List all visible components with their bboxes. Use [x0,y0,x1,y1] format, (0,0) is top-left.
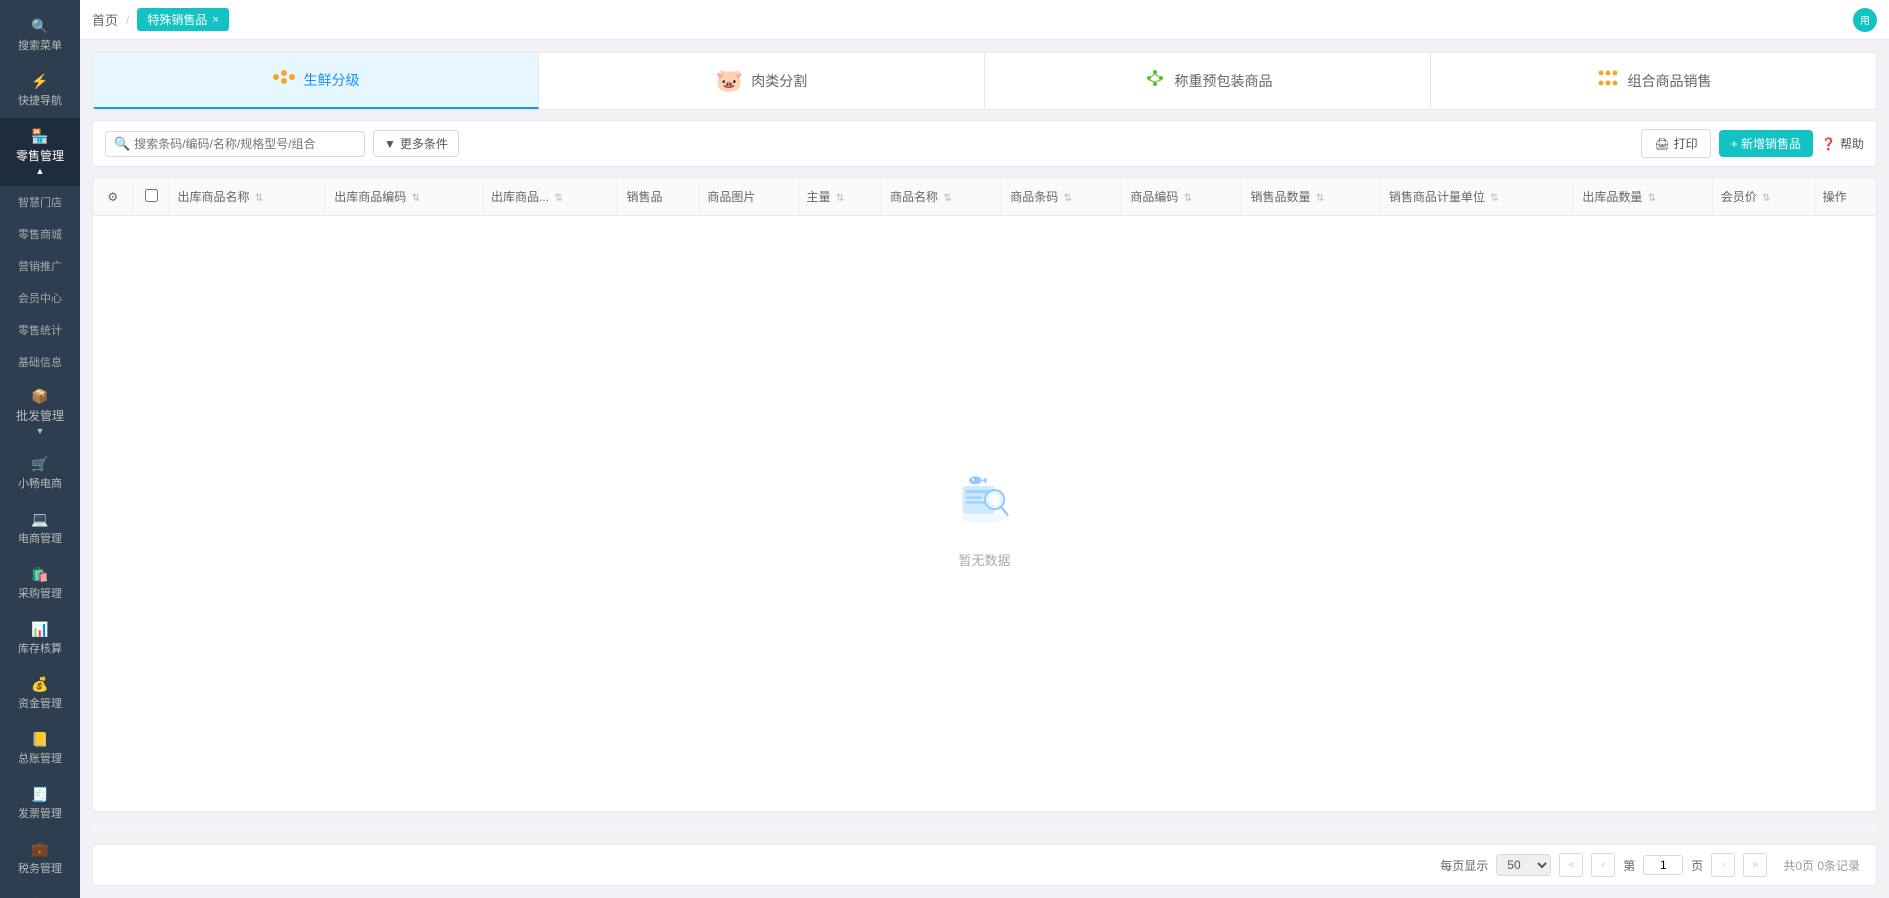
sort-member-price-icon: ⇅ [1762,193,1770,204]
topbar-active-tab[interactable]: 特殊销售品 × [137,8,228,31]
topbar-tab-close[interactable]: × [212,14,218,26]
sort-out-spec-icon: ⇅ [554,193,562,204]
sidebar-item-purchase[interactable]: 🛍️ 采购管理 [0,556,80,611]
table: ⚙ 出库商品名称 ⇅ 出库商品编码 ⇅ 出库商品... ⇅ [93,178,1876,216]
col-ops: 操作 [1814,178,1876,216]
col-setting[interactable]: ⚙ [93,178,133,216]
sort-item-code-icon: ⇅ [1184,193,1192,204]
sort-out-code-icon: ⇅ [412,193,420,204]
cat-tab-meat-cut[interactable]: 🐷 肉类分割 [539,53,985,109]
help-button[interactable]: ❓ 帮助 [1821,135,1864,152]
sidebar-item-ledger[interactable]: 📒 总账管理 [0,721,80,776]
category-tabs: 生鲜分级 🐷 肉类分割 [92,52,1877,110]
cat-tab-weight-pack[interactable]: 称重预包装商品 [985,53,1431,109]
horizontal-scrollbar[interactable] [92,822,1877,834]
empty-icon [945,458,1025,538]
topbar-home-link[interactable]: 首页 [92,10,118,29]
user-avatar[interactable]: 用 [1853,8,1877,32]
col-sale-item: 销售品 [618,178,699,216]
weight-pack-icon [1143,68,1167,94]
search-box[interactable]: 🔍 [105,131,365,157]
sidebar-group-wholesale[interactable]: 📦 批发管理 ▼ [0,378,80,446]
pagination: 每页显示 50 10 20 100 « ‹ 第 页 › » 共0页 0条记录 [92,844,1877,886]
sidebar-item-member-center[interactable]: 会员中心 [0,282,80,314]
col-item-code[interactable]: 商品编码 ⇅ [1122,178,1242,216]
page-label2: 页 [1691,857,1703,874]
combo-icon [1596,68,1620,94]
page-size-select[interactable]: 50 10 20 100 [1496,854,1551,876]
col-sale-qty[interactable]: 销售品数量 ⇅ [1242,178,1380,216]
data-table: ⚙ 出库商品名称 ⇅ 出库商品编码 ⇅ 出库商品... ⇅ [92,177,1877,812]
cat-tab-combo[interactable]: 组合商品销售 [1431,53,1876,109]
next-page-button[interactable]: › [1711,853,1735,877]
sidebar-item-mini-ec[interactable]: 🛒 小畅电商 [0,446,80,501]
meat-cut-icon: 🐷 [716,68,743,94]
add-sale-item-button[interactable]: + 新增销售品 [1719,130,1813,157]
page-label: 第 [1623,857,1635,874]
col-weight[interactable]: 主量 ⇅ [798,178,882,216]
print-icon: 🖨 [1654,137,1669,151]
topbar: 首页 / 特殊销售品 × 用 [80,0,1889,40]
toolbar-right: 🖨 打印 + 新增销售品 ❓ 帮助 [1641,129,1864,158]
sidebar-item-ec-mgmt[interactable]: 💻 电商管理 [0,501,80,556]
help-icon: ❓ [1821,137,1836,151]
page-size-label: 每页显示 [1440,857,1488,874]
col-sale-unit[interactable]: 销售商品计量单位 ⇅ [1380,178,1573,216]
sidebar-item-finance[interactable]: 💰 资金管理 [0,666,80,721]
empty-state: 暂无数据 [93,216,1876,811]
topbar-right: 用 [1853,8,1877,32]
col-out-qty[interactable]: 出库品数量 ⇅ [1574,178,1712,216]
sidebar-item-retail-stats[interactable]: 零售统计 [0,314,80,346]
col-out-spec[interactable]: 出库商品... ⇅ [483,178,618,216]
sort-item-name-icon: ⇅ [943,193,951,204]
filter-button[interactable]: ▼ 更多条件 [373,130,459,157]
sidebar-sub-retail: 智慧门店 零售商城 营销推广 会员中心 零售统计 基础信息 [0,186,80,378]
sort-out-qty-icon: ⇅ [1648,193,1656,204]
table-header-row: ⚙ 出库商品名称 ⇅ 出库商品编码 ⇅ 出库商品... ⇅ [93,178,1876,216]
total-info: 共0页 0条记录 [1783,857,1860,874]
last-page-button[interactable]: » [1743,853,1767,877]
col-item-name[interactable]: 商品名称 ⇅ [882,178,1002,216]
select-all-checkbox[interactable] [145,189,158,202]
cat-tab-fresh-grade[interactable]: 生鲜分级 [93,53,539,109]
search-icon: 🔍 [114,136,130,152]
sort-weight-icon: ⇅ [836,193,844,204]
col-item-img: 商品图片 [699,178,798,216]
sidebar-item-retail-mall[interactable]: 零售商城 [0,218,80,250]
sidebar: 🔍 搜索菜单 ⚡ 快捷导航 🏪 零售管理 ▲ 智慧门店 零售商城 营销推广 会员… [0,0,80,898]
fresh-grade-icon [272,67,296,93]
sort-barcode-icon: ⇅ [1064,193,1072,204]
sidebar-item-smart-store[interactable]: 智慧门店 [0,186,80,218]
sidebar-item-tax[interactable]: 💼 税务管理 [0,831,80,886]
sidebar-search-menu[interactable]: 🔍 搜索菜单 [0,8,80,63]
col-out-name[interactable]: 出库商品名称 ⇅ [169,178,326,216]
sidebar-item-invoice[interactable]: 🧾 发票管理 [0,776,80,831]
sort-out-name-icon: ⇅ [255,193,263,204]
sort-sale-qty-icon: ⇅ [1316,193,1324,204]
empty-text: 暂无数据 [958,550,1010,569]
sidebar-item-marketing[interactable]: 营销推广 [0,250,80,282]
sidebar-group-retail[interactable]: 🏪 零售管理 ▲ [0,118,80,186]
sidebar-item-inventory[interactable]: 📊 库存核算 [0,611,80,666]
filter-icon: ▼ [384,137,396,151]
sidebar-item-fixed-assets[interactable]: 🏗️ 固定资产 [0,886,80,898]
main-area: 首页 / 特殊销售品 × 用 生鲜分 [80,0,1889,898]
toolbar: 🔍 ▼ 更多条件 🖨 打印 + 新增销售品 ❓ 帮助 [92,120,1877,167]
content-area: 生鲜分级 🐷 肉类分割 [80,40,1889,898]
search-input[interactable] [134,137,354,151]
sort-sale-unit-icon: ⇅ [1490,193,1498,204]
sidebar-item-quick-nav[interactable]: ⚡ 快捷导航 [0,63,80,118]
col-out-code[interactable]: 出库商品编码 ⇅ [326,178,483,216]
page-number-input[interactable] [1643,855,1683,875]
print-button[interactable]: 🖨 打印 [1641,129,1710,158]
topbar-separator: / [126,13,129,27]
first-page-button[interactable]: « [1559,853,1583,877]
col-checkbox[interactable] [133,178,169,216]
sidebar-item-basic-info[interactable]: 基础信息 [0,346,80,378]
col-barcode[interactable]: 商品条码 ⇅ [1002,178,1122,216]
prev-page-button[interactable]: ‹ [1591,853,1615,877]
col-member-price[interactable]: 会员价 ⇅ [1712,178,1814,216]
